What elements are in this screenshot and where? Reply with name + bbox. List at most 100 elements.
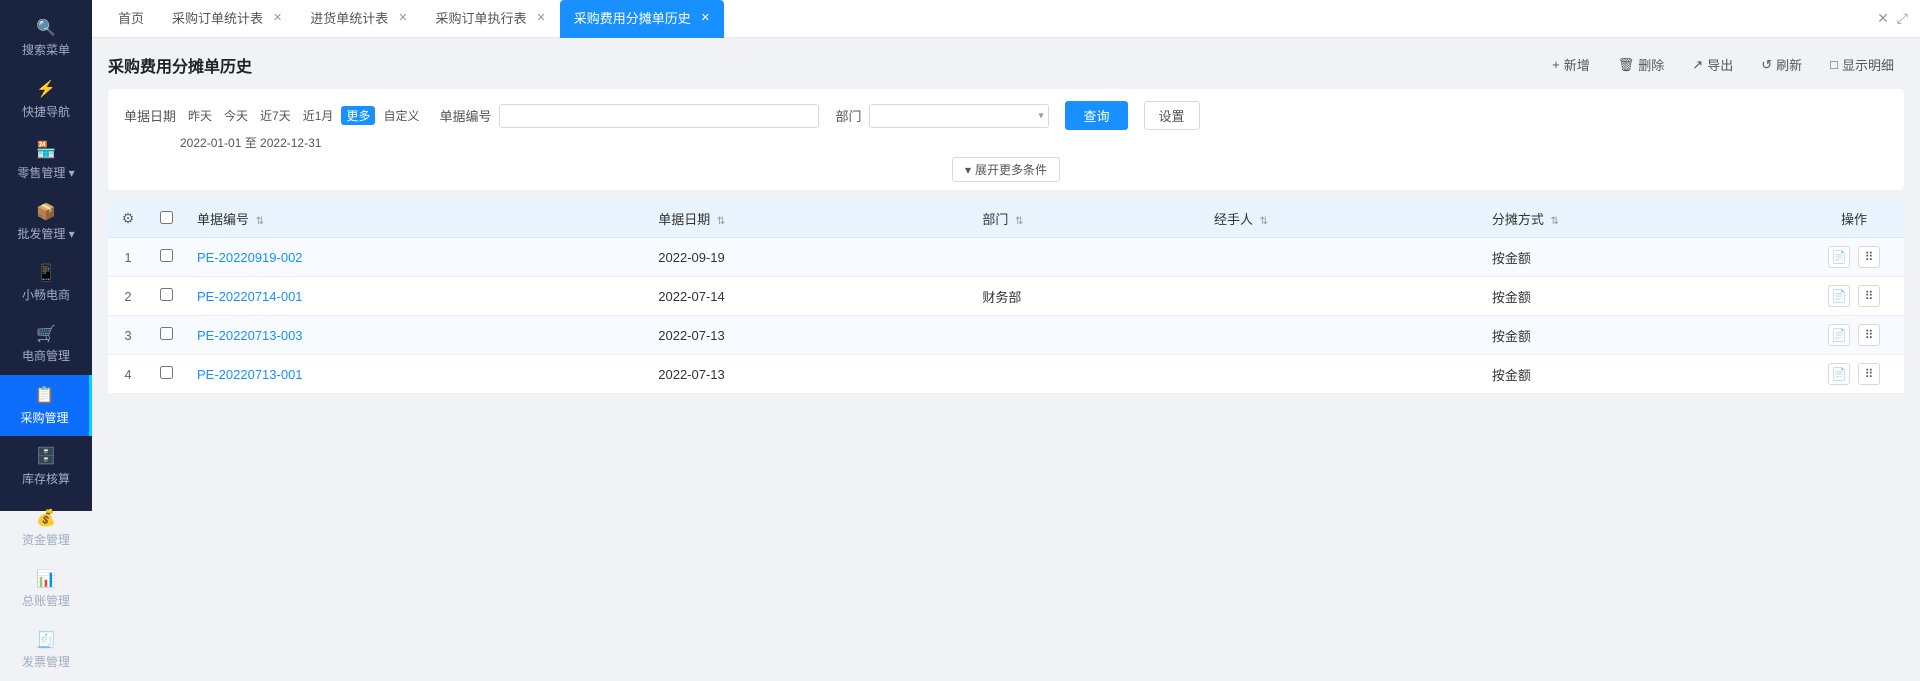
view-action-icon[interactable]: 📄: [1828, 324, 1850, 346]
tab-receiving-stats[interactable]: 进货单统计表 ✕: [296, 0, 421, 38]
refresh-button[interactable]: ↺ 刷新: [1751, 50, 1812, 79]
sort-icon-date[interactable]: ⇅: [717, 216, 725, 227]
sort-icon-handler[interactable]: ⇅: [1260, 216, 1268, 227]
row-date: 2022-07-14: [646, 277, 970, 316]
sidebar-item-purchase[interactable]: 📋 采购管理: [0, 375, 92, 436]
more-action-icon[interactable]: ⠿: [1858, 246, 1880, 268]
row-dept: 财务部: [970, 277, 1202, 316]
sidebar-item-finance[interactable]: 💰 资金管理: [0, 498, 92, 559]
expand-icon[interactable]: ⤢: [1897, 10, 1908, 27]
row-dept: [970, 238, 1202, 277]
show-cols-button[interactable]: □ 显示明细: [1820, 50, 1904, 79]
export-button[interactable]: ↗ 导出: [1682, 50, 1743, 79]
doc-no-link[interactable]: PE-20220714-001: [197, 289, 303, 304]
date-shortcut-today[interactable]: 今天: [220, 106, 252, 125]
row-actions: 📄 ⠿: [1804, 277, 1904, 316]
doc-no-link[interactable]: PE-20220919-002: [197, 250, 303, 265]
sidebar-item-search[interactable]: 🔍 搜索菜单: [0, 8, 92, 69]
doc-no-input[interactable]: [499, 104, 819, 128]
page-header: 采购费用分摊单历史 + 新增 🗑 删除 ↗ 导出 ↺ 刷新: [108, 50, 1904, 79]
sidebar-item-wholesale[interactable]: 📦 批发管理 ▾: [0, 192, 92, 253]
col-gear: ⚙: [108, 200, 148, 238]
row-dept: [970, 316, 1202, 355]
tab-po-exec-close[interactable]: ✕: [537, 11, 546, 24]
more-action-icon[interactable]: ⠿: [1858, 363, 1880, 385]
expand-icon: ▾: [965, 163, 971, 177]
data-table: ⚙ 单据编号 ⇅ 单据日期 ⇅: [108, 200, 1904, 394]
sort-icon-doc-no[interactable]: ⇅: [256, 216, 264, 227]
date-shortcut-custom[interactable]: 自定义: [379, 106, 423, 125]
tab-po-stats-close[interactable]: ✕: [273, 11, 282, 24]
sort-icon-method[interactable]: ⇅: [1550, 216, 1558, 227]
sidebar-item-accounting[interactable]: 📊 总账管理: [0, 559, 92, 620]
doc-no-link[interactable]: PE-20220713-001: [197, 367, 303, 382]
tab-cost-history[interactable]: 采购费用分摊单历史 ✕: [560, 0, 724, 38]
date-shortcut-yesterday[interactable]: 昨天: [184, 106, 216, 125]
row-doc-no: PE-20220713-003: [185, 316, 646, 355]
sort-icon-dept[interactable]: ⇅: [1015, 216, 1023, 227]
page-content: 采购费用分摊单历史 + 新增 🗑 删除 ↗ 导出 ↺ 刷新: [92, 38, 1920, 511]
sidebar-item-ecom[interactable]: 🛒 电商管理: [0, 314, 92, 375]
dept-input[interactable]: [869, 104, 1049, 128]
sidebar-item-label: 采购管理: [20, 411, 68, 425]
date-shortcut-1month[interactable]: 近1月: [299, 106, 338, 125]
row-handler: [1202, 355, 1480, 394]
sidebar-item-inventory[interactable]: 🗄️ 库存核算: [0, 436, 92, 497]
purchase-icon: 📋: [4, 385, 85, 407]
select-all-checkbox[interactable]: [160, 211, 173, 224]
table-row: 1 PE-20220919-002 2022-09-19 按金额 📄 ⠿: [108, 238, 1904, 277]
tab-po-stats[interactable]: 采购订单统计表 ✕: [158, 0, 296, 38]
tab-po-exec[interactable]: 采购订单执行表 ✕: [421, 0, 559, 38]
sidebar-item-mini[interactable]: 📱 小畅电商: [0, 253, 92, 314]
wholesale-icon: 📦: [4, 202, 88, 224]
date-range-display: 2022-01-01 至 2022-12-31: [180, 134, 1888, 151]
date-label: 单据日期: [124, 106, 176, 125]
dept-field: 部门 ▾: [835, 104, 1049, 128]
doc-no-label: 单据编号: [439, 106, 491, 125]
date-shortcut-7days[interactable]: 近7天: [256, 106, 295, 125]
row-handler: [1202, 316, 1480, 355]
add-button[interactable]: + 新增: [1542, 50, 1600, 79]
expand-more-button[interactable]: ▾ 展开更多条件: [952, 157, 1060, 182]
view-action-icon[interactable]: 📄: [1828, 246, 1850, 268]
sidebar-item-retail[interactable]: 🏪 零售管理 ▾: [0, 130, 92, 191]
tab-cost-history-close[interactable]: ✕: [701, 11, 710, 24]
tab-bar: 首页 采购订单统计表 ✕ 进货单统计表 ✕ 采购订单执行表 ✕ 采购费用分摊单历…: [92, 0, 1920, 38]
quicknav-icon: ⚡: [4, 79, 88, 101]
row-checkbox[interactable]: [160, 249, 173, 262]
sidebar-item-label: 总账管理: [22, 594, 70, 608]
row-date: 2022-07-13: [646, 316, 970, 355]
table-row: 4 PE-20220713-001 2022-07-13 按金额 📄 ⠿: [108, 355, 1904, 394]
row-checkbox[interactable]: [160, 288, 173, 301]
row-checkbox[interactable]: [160, 366, 173, 379]
date-shortcut-more[interactable]: 更多: [341, 106, 375, 125]
tab-receiving-stats-close[interactable]: ✕: [398, 11, 407, 24]
more-action-icon[interactable]: ⠿: [1858, 324, 1880, 346]
row-checkbox[interactable]: [160, 327, 173, 340]
doc-no-link[interactable]: PE-20220713-003: [197, 328, 303, 343]
table-body: 1 PE-20220919-002 2022-09-19 按金额 📄 ⠿ 2 P…: [108, 238, 1904, 394]
gear-icon[interactable]: ⚙: [122, 210, 135, 226]
export-label: 导出: [1707, 55, 1733, 74]
export-icon: ↗: [1692, 57, 1703, 73]
sidebar-item-quicknav[interactable]: ⚡ 快捷导航: [0, 69, 92, 130]
tab-actions: ✕ ⤢: [1877, 10, 1908, 27]
sidebar-item-invoice[interactable]: 🧾 发票管理: [0, 620, 92, 681]
row-num: 1: [108, 238, 148, 277]
settings-button[interactable]: 设置: [1144, 101, 1200, 130]
sidebar-item-label: 库存核算: [22, 472, 70, 486]
view-action-icon[interactable]: 📄: [1828, 285, 1850, 307]
more-action-icon[interactable]: ⠿: [1858, 285, 1880, 307]
view-action-icon[interactable]: 📄: [1828, 363, 1850, 385]
sidebar-item-label: 小畅电商: [22, 288, 70, 302]
add-label: 新增: [1564, 55, 1590, 74]
row-actions: 📄 ⠿: [1804, 238, 1904, 277]
tab-cost-history-label: 采购费用分摊单历史: [574, 8, 691, 27]
query-button[interactable]: 查询: [1065, 101, 1127, 130]
tab-home[interactable]: 首页: [104, 0, 158, 38]
col-handler-label: 经手人: [1214, 212, 1253, 227]
row-actions: 📄 ⠿: [1804, 316, 1904, 355]
invoice-icon: 🧾: [4, 630, 88, 652]
delete-button[interactable]: 🗑 删除: [1608, 50, 1675, 79]
close-all-icon[interactable]: ✕: [1877, 10, 1889, 27]
